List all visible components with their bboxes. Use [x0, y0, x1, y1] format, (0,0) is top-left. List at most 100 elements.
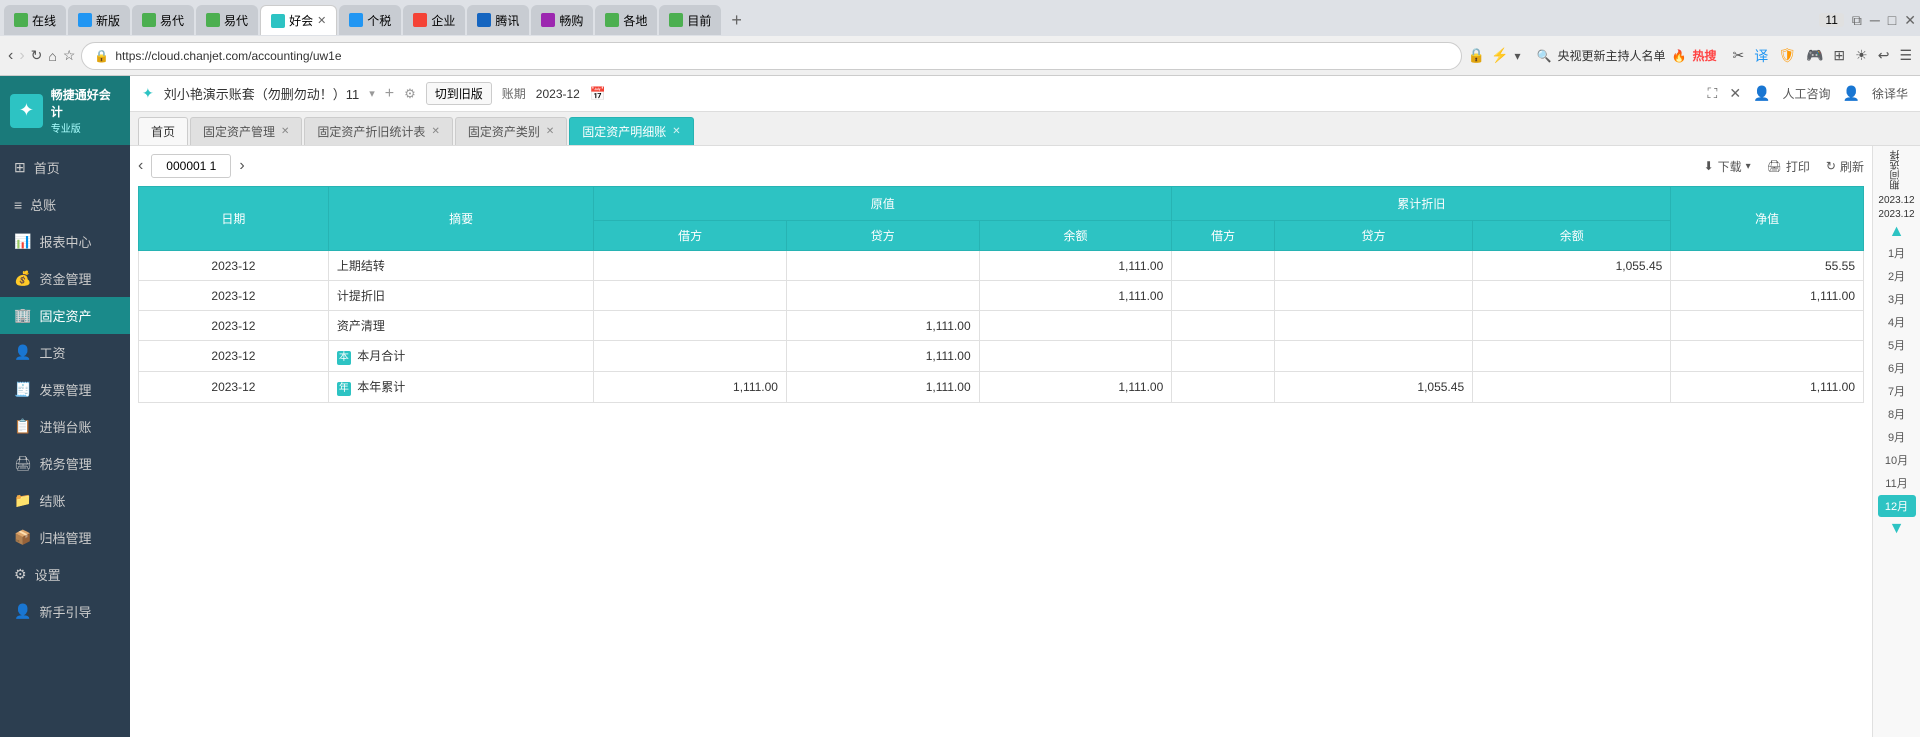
shield-icon[interactable]: 🛡 — [1778, 47, 1796, 64]
download-button[interactable]: ⬇ 下载 ▾ — [1704, 158, 1751, 175]
period-month-5[interactable]: 5月 — [1878, 334, 1916, 356]
sidebar-item-purchase-sale[interactable]: 📋 进销台账 — [0, 408, 130, 445]
search-text: 央视更新主持人名单 — [1557, 47, 1665, 64]
page-tab-fixed-asset-mgmt[interactable]: 固定资产管理 ✕ — [190, 117, 302, 145]
cell-accum-credit: 1,055.45 — [1274, 372, 1472, 403]
human-service-label[interactable]: 人工咨询 — [1783, 85, 1831, 102]
close-icon[interactable]: ✕ — [1729, 85, 1741, 102]
tab-close-depreciation-icon[interactable]: ✕ — [431, 126, 439, 137]
page-tab-detail[interactable]: 固定资产明细账 ✕ — [569, 117, 693, 145]
tab-close-mgmt-icon[interactable]: ✕ — [281, 126, 289, 137]
period-month-9[interactable]: 9月 — [1878, 426, 1916, 448]
page-tab-category[interactable]: 固定资产类别 ✕ — [455, 117, 567, 145]
dropdown-arrow-icon[interactable]: ▾ — [1514, 49, 1520, 63]
sidebar-item-payroll[interactable]: 👤 工资 — [0, 334, 130, 371]
scroll-down-icon[interactable]: ▼ — [1889, 520, 1905, 538]
period-month-7[interactable]: 7月 — [1878, 380, 1916, 402]
page-tabs: 首页 固定资产管理 ✕ 固定资产折旧统计表 ✕ 固定资产类别 ✕ 固定资产明细账… — [130, 112, 1920, 146]
switch-version-button[interactable]: 切到旧版 — [426, 82, 492, 105]
page-tab-home[interactable]: 首页 — [138, 117, 188, 145]
cell-accum-credit — [1274, 341, 1472, 372]
sidebar-toggle-icon[interactable]: ✦ — [142, 85, 154, 102]
user-name[interactable]: 徐译华 — [1872, 85, 1908, 102]
prev-arrow-icon[interactable]: ‹ — [138, 157, 143, 175]
print-button[interactable]: 🖨 打印 — [1767, 158, 1810, 175]
flash-icon[interactable]: ⚡ — [1491, 47, 1508, 64]
period-month-10[interactable]: 10月 — [1878, 449, 1916, 471]
period-year-label2: 2023.12 — [1878, 209, 1914, 220]
address-input[interactable]: 🔒 https://cloud.chanjet.com/accounting/u… — [81, 42, 1461, 70]
period-month-1[interactable]: 1月 — [1878, 242, 1916, 264]
translate-icon[interactable]: 译 — [1754, 46, 1768, 66]
undo-icon[interactable]: ↩ — [1878, 47, 1890, 64]
reload-button[interactable]: ↻ — [31, 47, 43, 64]
col-date: 日期 — [139, 187, 329, 251]
dropdown-account-icon[interactable]: ▾ — [369, 87, 375, 100]
menu-icon[interactable]: ☰ — [1899, 47, 1912, 64]
period-month-3[interactable]: 3月 — [1878, 288, 1916, 310]
scissors-icon[interactable]: ✂ — [1732, 47, 1744, 64]
browser-tab-yidai1[interactable]: 易代 — [132, 5, 194, 35]
period-month-4[interactable]: 4月 — [1878, 311, 1916, 333]
fullscreen-icon[interactable]: ⛶ — [1708, 85, 1718, 102]
period-month-11[interactable]: 11月 — [1878, 472, 1916, 494]
maximize-icon[interactable]: □ — [1888, 12, 1896, 28]
next-arrow-icon[interactable]: › — [239, 157, 244, 175]
tab-close-category-icon[interactable]: ✕ — [546, 126, 554, 137]
sidebar-item-general-ledger[interactable]: ≡ 总账 — [0, 186, 130, 223]
browser-tab-qiye[interactable]: 企业 — [403, 5, 465, 35]
close-window-icon[interactable]: ✕ — [1904, 12, 1916, 29]
sidebar-item-settings[interactable]: ⚙ 设置 — [0, 556, 130, 593]
back-button[interactable]: ‹ — [8, 47, 13, 65]
table-row: 2023-12 上期结转 1,111.00 1,055.45 55.55 — [139, 251, 1864, 281]
sidebar-item-fixed-assets[interactable]: 🏢 固定资产 — [0, 297, 130, 334]
download-dropdown-icon[interactable]: ▾ — [1746, 161, 1751, 172]
settings-small-icon[interactable]: ⚙ — [404, 86, 416, 102]
table-row: 2023-12 本 本月合计 1,111.00 — [139, 341, 1864, 372]
sidebar-item-reports[interactable]: 📊 报表中心 — [0, 223, 130, 260]
refresh-button[interactable]: ↻ 刷新 — [1826, 158, 1864, 175]
period-month-6[interactable]: 6月 — [1878, 357, 1916, 379]
new-tab-button[interactable]: + — [723, 10, 750, 31]
cell-net-value — [1671, 311, 1864, 341]
page-tab-depreciation[interactable]: 固定资产折旧统计表 ✕ — [304, 117, 452, 145]
cell-orig-credit — [786, 251, 979, 281]
browser-tab-haohui[interactable]: 好会 ✕ — [260, 5, 337, 35]
theme-icon[interactable]: ☀ — [1855, 47, 1868, 64]
col-summary: 摘要 — [328, 187, 593, 251]
game-icon[interactable]: 🎮 — [1806, 47, 1823, 64]
add-account-button[interactable]: + — [385, 85, 394, 103]
home-button[interactable]: ⌂ — [48, 48, 56, 64]
sidebar-item-tax[interactable]: 🖨 税务管理 — [0, 445, 130, 482]
sidebar-item-archive[interactable]: 📦 归档管理 — [0, 519, 130, 556]
period-month-12[interactable]: 12月 — [1878, 495, 1916, 517]
browser-tab-geshuui[interactable]: 个税 — [339, 5, 401, 35]
forward-button[interactable]: › — [19, 47, 24, 65]
period-selector-title: 期间选择 — [1890, 150, 1903, 190]
browser-tab-online[interactable]: 在线 — [4, 5, 66, 35]
tab-close-detail-icon[interactable]: ✕ — [672, 126, 680, 137]
browser-tab-chang[interactable]: 畅购 — [531, 5, 593, 35]
browser-tab-new[interactable]: 新版 — [68, 5, 130, 35]
minimize-icon[interactable]: ─ — [1870, 12, 1880, 28]
page-input[interactable] — [151, 154, 231, 178]
sidebar-item-guide[interactable]: 👤 新手引导 — [0, 593, 130, 630]
app-header: ✦ 刘小艳演示账套（勿删勿动！）11 ▾ + ⚙ 切到旧版 账期 2023-12… — [130, 76, 1920, 112]
restore-icon[interactable]: ⧉ — [1852, 12, 1862, 29]
sidebar-item-invoice[interactable]: 🧾 发票管理 — [0, 371, 130, 408]
calendar-icon[interactable]: 📅 — [590, 86, 606, 102]
sidebar-item-closing[interactable]: 📁 结账 — [0, 482, 130, 519]
grid-icon[interactable]: ⊞ — [1833, 47, 1845, 64]
browser-tab-yidai2[interactable]: 易代 — [196, 5, 258, 35]
bookmark-button[interactable]: ☆ — [63, 47, 76, 64]
tab-close-icon[interactable]: ✕ — [317, 14, 326, 27]
sidebar-item-fund[interactable]: 💰 资金管理 — [0, 260, 130, 297]
browser-tab-gedi[interactable]: 各地 — [595, 5, 657, 35]
browser-tab-tengxun[interactable]: 腾讯 — [467, 5, 529, 35]
cell-accum-debit — [1172, 311, 1275, 341]
scroll-up-icon[interactable]: ▲ — [1889, 223, 1905, 241]
browser-tab-muqian[interactable]: 目前 — [659, 5, 721, 35]
sidebar-item-home[interactable]: ⊞ 首页 — [0, 149, 130, 186]
period-month-8[interactable]: 8月 — [1878, 403, 1916, 425]
period-month-2[interactable]: 2月 — [1878, 265, 1916, 287]
